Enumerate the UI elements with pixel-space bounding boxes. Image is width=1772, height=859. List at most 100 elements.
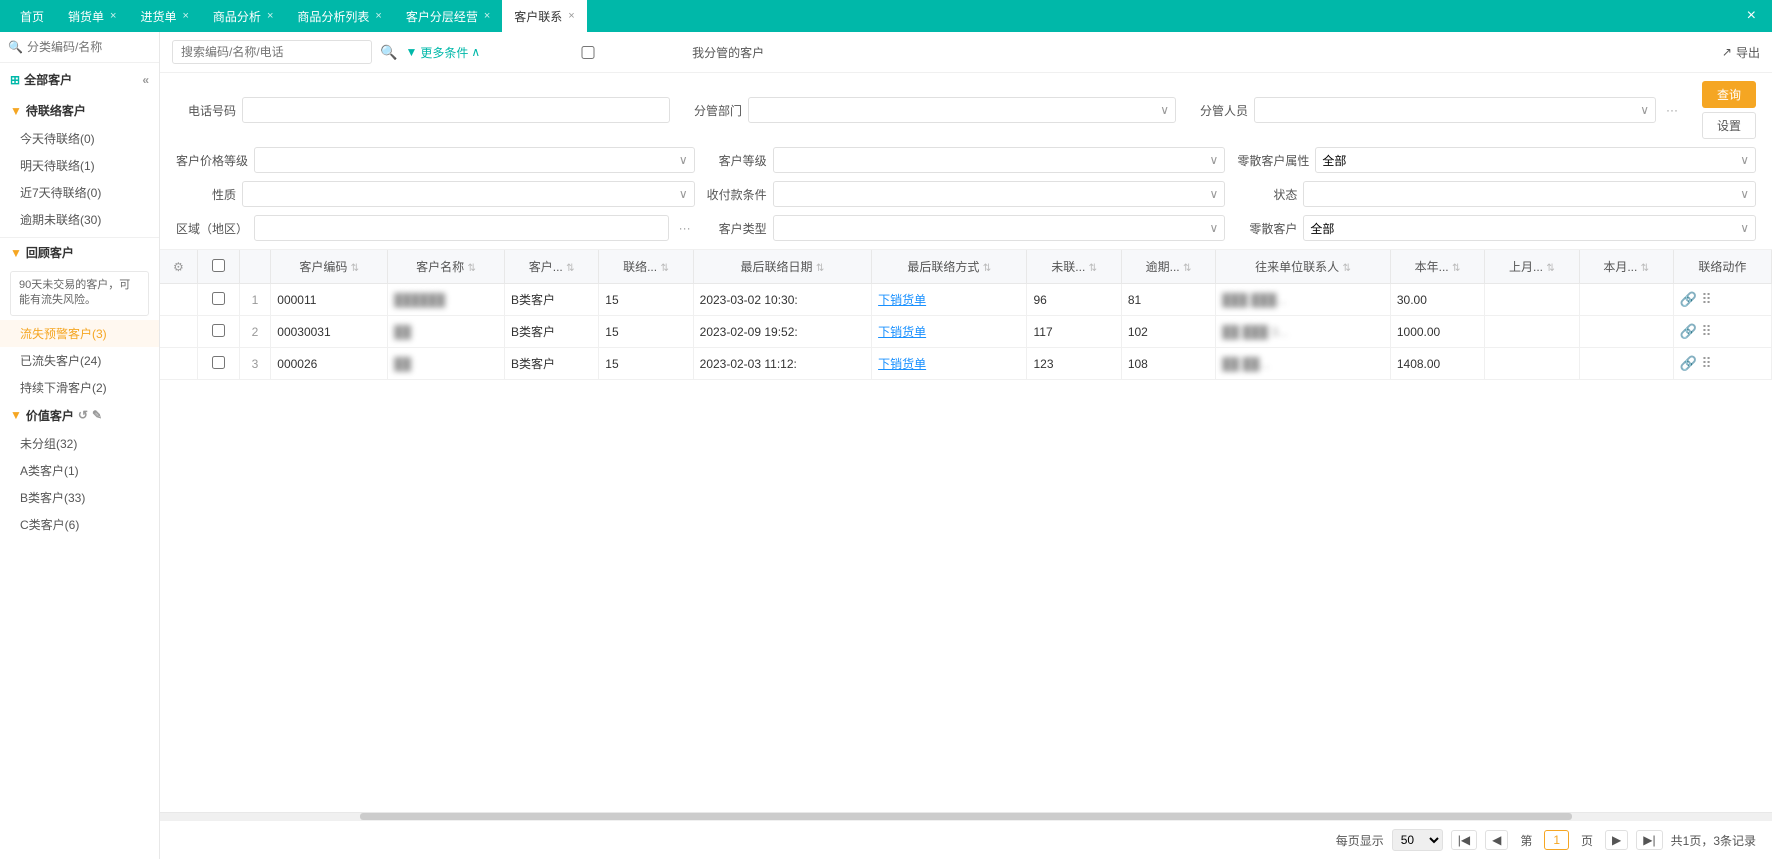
- td-no-contact-0: 96: [1027, 284, 1121, 316]
- last-page-button[interactable]: ▶|: [1636, 830, 1662, 850]
- close-customer-contact-tab[interactable]: ×: [568, 10, 574, 22]
- sidebar-item-today-contact[interactable]: 今天待联络(0): [0, 125, 159, 152]
- sidebar-item-lost-customers[interactable]: 已流失客户(24): [0, 347, 159, 374]
- sidebar-group-review[interactable]: ▼ 回顾客户: [0, 237, 159, 267]
- filter-retail-cust-select[interactable]: 全部 ∨: [1303, 215, 1756, 241]
- th-last-date[interactable]: 最后联络日期 ⇅: [693, 250, 871, 284]
- th-code[interactable]: 客户编码 ⇅: [271, 250, 388, 284]
- sidebar-item-ungrouped[interactable]: 未分组(32): [0, 430, 159, 457]
- window-close-button[interactable]: ×: [1739, 7, 1764, 25]
- horizontal-scrollbar[interactable]: [160, 812, 1772, 820]
- value-group-settings-icon[interactable]: ✎: [92, 408, 102, 422]
- value-group-label: 价值客户: [26, 407, 74, 424]
- action-more-icon-1[interactable]: ⠿: [1701, 323, 1711, 340]
- th-last-way[interactable]: 最后联络方式 ⇅: [872, 250, 1027, 284]
- th-name[interactable]: 客户名称 ⇅: [388, 250, 505, 284]
- export-button[interactable]: ↗ 导出: [1722, 44, 1760, 61]
- my-customers-checkbox-label[interactable]: 我分管的客户: [488, 44, 764, 61]
- filter-cust-grade-field: 客户等级 ∨: [707, 147, 1226, 173]
- filter-cust-grade-select[interactable]: ∨: [773, 147, 1226, 173]
- filter-region-select[interactable]: [254, 215, 669, 241]
- td-last-way-1[interactable]: 下销货单: [872, 316, 1027, 348]
- sidebar-collapse-icon[interactable]: «: [142, 73, 149, 87]
- action-link-icon-2[interactable]: 🔗: [1680, 355, 1697, 372]
- action-more-icon-0[interactable]: ⠿: [1701, 291, 1711, 308]
- close-product-list-tab[interactable]: ×: [375, 10, 381, 22]
- td-code-0: 000011: [271, 284, 388, 316]
- more-filter-button[interactable]: ▼ 更多条件 ∧: [405, 44, 480, 61]
- filter-nature-select[interactable]: ∨: [242, 181, 695, 207]
- th-settings[interactable]: ⚙: [160, 250, 197, 284]
- person-ellipsis[interactable]: ···: [1662, 103, 1682, 117]
- sidebar-search-input[interactable]: [27, 40, 160, 54]
- td-last-way-0[interactable]: 下销货单: [872, 284, 1027, 316]
- th-unit-contact[interactable]: 往来单位联系人 ⇅: [1216, 250, 1391, 284]
- page-size-select[interactable]: 50 100 200: [1392, 829, 1443, 851]
- sidebar-group-value[interactable]: ▼ 价值客户 ↺ ✎: [0, 401, 159, 430]
- row-checkbox-1[interactable]: [212, 324, 225, 337]
- filter-price-grade-select[interactable]: ∨: [254, 147, 695, 173]
- sidebar-item-a-class[interactable]: A类客户(1): [0, 457, 159, 484]
- sidebar-item-tomorrow-contact[interactable]: 明天待联络(1): [0, 152, 159, 179]
- filter-region-field: 区域（地区） ···: [176, 215, 695, 241]
- filter-person-select[interactable]: ∨: [1254, 97, 1656, 123]
- action-link-icon-1[interactable]: 🔗: [1680, 323, 1697, 340]
- next-page-button[interactable]: ▶: [1605, 830, 1628, 850]
- my-customers-checkbox[interactable]: [488, 46, 688, 59]
- close-purchase-tab[interactable]: ×: [182, 10, 188, 22]
- row-checkbox-2[interactable]: [212, 356, 225, 369]
- close-customer-tier-tab[interactable]: ×: [484, 10, 490, 22]
- table-settings-icon[interactable]: ⚙: [173, 260, 184, 274]
- td-name-1: ██: [388, 316, 505, 348]
- sidebar-item-b-class[interactable]: B类客户(33): [0, 484, 159, 511]
- filter-payment-select[interactable]: ∨: [773, 181, 1226, 207]
- filter-cust-type-select[interactable]: ∨: [773, 215, 1226, 241]
- region-ellipsis[interactable]: ···: [675, 221, 695, 235]
- search-input[interactable]: [172, 40, 372, 64]
- sidebar-item-overdue-contact[interactable]: 逾期未联络(30): [0, 206, 159, 233]
- nav-product-analysis[interactable]: 商品分析 ×: [201, 0, 285, 32]
- filter-retail-attr-select[interactable]: 全部 ∨: [1315, 147, 1756, 173]
- nav-sales[interactable]: 销货单 ×: [56, 0, 128, 32]
- th-type[interactable]: 客户... ⇅: [504, 250, 598, 284]
- select-all-checkbox[interactable]: [212, 259, 225, 272]
- th-this-month[interactable]: 本月... ⇅: [1579, 250, 1673, 284]
- sidebar-group-pending[interactable]: ▼ 待联络客户: [0, 96, 159, 125]
- sidebar-item-churn-warning[interactable]: 流失预警客户(3): [0, 320, 159, 347]
- th-last-month[interactable]: 上月... ⇅: [1485, 250, 1579, 284]
- filter-dept-select[interactable]: ∨: [748, 97, 1176, 123]
- search-button[interactable]: 🔍: [380, 44, 397, 61]
- nav-purchase[interactable]: 进货单 ×: [128, 0, 200, 32]
- query-button[interactable]: 查询: [1702, 81, 1756, 108]
- nav-product-analysis-list[interactable]: 商品分析列表 ×: [285, 0, 393, 32]
- th-action: 联络动作: [1673, 250, 1771, 284]
- export-icon: ↗: [1722, 45, 1732, 59]
- sidebar-item-c-class[interactable]: C类客户(6): [0, 511, 159, 538]
- filter-phone-input[interactable]: [242, 97, 670, 123]
- nav-home[interactable]: 首页: [8, 0, 56, 32]
- close-sales-tab[interactable]: ×: [110, 10, 116, 22]
- row-checkbox-0[interactable]: [212, 292, 225, 305]
- td-type-1: B类客户: [504, 316, 598, 348]
- td-action-2: 🔗 ⠿: [1673, 348, 1771, 380]
- th-contact[interactable]: 联络... ⇅: [599, 250, 693, 284]
- close-product-analysis-tab[interactable]: ×: [267, 10, 273, 22]
- sidebar-item-7day-contact[interactable]: 近7天待联络(0): [0, 179, 159, 206]
- td-last-way-2[interactable]: 下销货单: [872, 348, 1027, 380]
- settings-button[interactable]: 设置: [1702, 112, 1756, 139]
- th-no-contact[interactable]: 未联... ⇅: [1027, 250, 1121, 284]
- sidebar-item-declining-customers[interactable]: 持续下滑客户(2): [0, 374, 159, 401]
- first-page-button[interactable]: |◀: [1451, 830, 1477, 850]
- th-this-year[interactable]: 本年... ⇅: [1390, 250, 1484, 284]
- action-more-icon-2[interactable]: ⠿: [1701, 355, 1711, 372]
- nav-customer-contact[interactable]: 客户联系 ×: [502, 0, 586, 32]
- value-group-edit-icon[interactable]: ↺: [78, 408, 88, 422]
- prev-page-button[interactable]: ◀: [1485, 830, 1508, 850]
- td-this-month-1: [1579, 316, 1673, 348]
- th-overdue[interactable]: 逾期... ⇅: [1121, 250, 1215, 284]
- filter-status-select[interactable]: ∨: [1303, 181, 1756, 207]
- sort-no-contact-icon: ⇅: [1089, 263, 1097, 274]
- nav-customer-tier[interactable]: 客户分层经营 ×: [394, 0, 502, 32]
- status-down-arrow-icon: ∨: [1740, 187, 1749, 201]
- action-link-icon-0[interactable]: 🔗: [1680, 291, 1697, 308]
